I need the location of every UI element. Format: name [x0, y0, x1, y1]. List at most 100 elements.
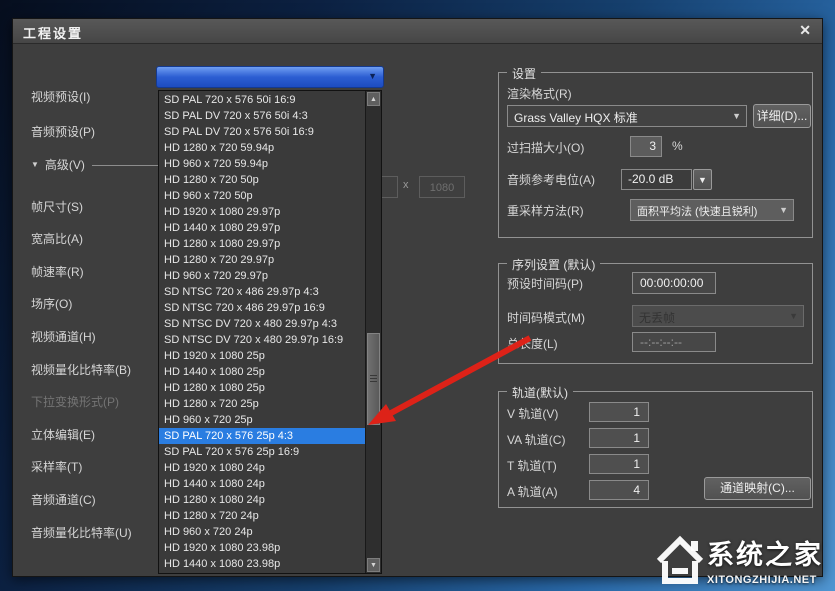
sidebar-item: ▼ 高级(V)	[31, 156, 171, 174]
sidebar-item: ▼ 音频通道(C)	[31, 491, 171, 509]
scrollbar-thumb[interactable]	[367, 333, 380, 425]
detail-button[interactable]: 详细(D)...	[753, 104, 811, 128]
sidebar-item-label: 帧速率(R)	[31, 263, 84, 281]
preset-option[interactable]: HD 1280 x 1080 29.97p	[159, 236, 366, 252]
sequence-group-title: 序列设置 (默认)	[507, 256, 600, 273]
sidebar-item: ▼ 帧尺寸(S)	[31, 198, 171, 216]
house-logo-icon	[655, 531, 705, 587]
render-format-combobox[interactable]: Grass Valley HQX 标准 ▼	[507, 105, 747, 127]
preset-option[interactable]: HD 1280 x 720 59.94p	[159, 140, 366, 156]
track-label: VA 轨道(C)	[507, 431, 565, 448]
sidebar-item-label: 宽高比(A)	[31, 230, 83, 248]
timecode-mode-label: 时间码模式(M)	[507, 309, 585, 326]
scrollbar-grip	[370, 375, 377, 383]
chevron-down-icon[interactable]: ▼	[732, 111, 741, 121]
frame-height-field: 1080	[419, 176, 465, 198]
settings-label-column: ▼ 视频预设(I) ▼ 音频预设(P) ▼ 高级(V) ▼ 帧尺寸(S)	[31, 43, 171, 576]
preset-option[interactable]: HD 960 x 720 24p	[159, 524, 366, 540]
preset-option[interactable]: SD PAL 720 x 576 50i 16:9	[159, 92, 366, 108]
preset-option[interactable]: HD 1280 x 1080 25p	[159, 380, 366, 396]
chevron-down-icon[interactable]: ▼	[31, 156, 39, 174]
render-format-value: Grass Valley HQX 标准	[508, 106, 746, 126]
preset-option[interactable]: SD PAL 720 x 576 25p 16:9	[159, 444, 366, 460]
title-bar[interactable]: 工程设置 ✕	[13, 19, 822, 44]
sidebar-item: ▼ 音频预设(P)	[31, 123, 171, 141]
track-label: V 轨道(V)	[507, 405, 558, 422]
total-length-field: --:--:--:--	[632, 332, 716, 352]
preset-option[interactable]: HD 1920 x 1080 24p	[159, 460, 366, 476]
preset-option[interactable]: HD 1920 x 1080 23.98p	[159, 540, 366, 556]
preset-timecode-input[interactable]: 00:00:00:00	[632, 272, 716, 294]
preset-option[interactable]: SD PAL 720 x 576 25p 4:3	[159, 428, 366, 444]
preset-option[interactable]: HD 1280 x 720 25p	[159, 396, 366, 412]
overscan-input[interactable]: 3	[630, 136, 662, 157]
project-settings-dialog: 工程设置 ✕ ▼ 视频预设(I) ▼ 音频预设(P) ▼ 高级(V)	[12, 18, 823, 577]
track-count-input[interactable]: 4	[589, 480, 649, 500]
preset-option[interactable]: HD 1280 x 720 24p	[159, 508, 366, 524]
watermark-site-url: XITONGZHIJIA.NET	[707, 574, 823, 586]
sidebar-item: ▼ 下拉变换形式(P)	[31, 393, 171, 411]
settings-group-title: 设置	[507, 65, 541, 82]
scroll-up-icon[interactable]: ▲	[367, 92, 380, 106]
scroll-down-icon[interactable]: ▼	[367, 558, 380, 572]
preset-option[interactable]: SD NTSC 720 x 486 29.97p 16:9	[159, 300, 366, 316]
sidebar-item-label: 采样率(T)	[31, 458, 82, 476]
track-group-title: 轨道(默认)	[507, 384, 573, 401]
preset-option[interactable]: SD NTSC 720 x 486 29.97p 4:3	[159, 284, 366, 300]
preset-option[interactable]: HD 960 x 720 25p	[159, 412, 366, 428]
close-icon[interactable]: ✕	[799, 22, 811, 39]
preset-option[interactable]: SD NTSC DV 720 x 480 29.97p 4:3	[159, 316, 366, 332]
preset-option[interactable]: HD 1440 x 1080 23.98p	[159, 556, 366, 572]
track-count-input[interactable]: 1	[589, 428, 649, 448]
chevron-down-icon[interactable]: ▼	[779, 205, 788, 215]
sidebar-item: ▼ 视频预设(I)	[31, 88, 171, 106]
track-row: T 轨道(T) 1	[507, 454, 807, 476]
render-format-label: 渲染格式(R)	[507, 85, 572, 102]
preset-option[interactable]: HD 1920 x 1080 25p	[159, 348, 366, 364]
preset-option[interactable]: HD 1440 x 1080 25p	[159, 364, 366, 380]
dropdown-scrollbar[interactable]: ▲ ▼	[365, 91, 381, 573]
track-count-input[interactable]: 1	[589, 454, 649, 474]
watermark: 系统之家 XITONGZHIJIA.NET	[655, 527, 833, 589]
preset-option[interactable]: HD 960 x 720 50p	[159, 188, 366, 204]
sidebar-item-label: 立体编辑(E)	[31, 426, 95, 444]
preset-option[interactable]: HD 1920 x 1080 29.97p	[159, 204, 366, 220]
preset-option[interactable]: SD NTSC DV 720 x 480 29.97p 16:9	[159, 332, 366, 348]
frame-size-x-label: x	[403, 179, 409, 191]
track-count-input[interactable]: 1	[589, 402, 649, 422]
video-preset-dropdown-list: SD PAL 720 x 576 50i 16:9 SD PAL DV 720 …	[158, 90, 382, 574]
preset-option[interactable]: HD 1280 x 720 29.97p	[159, 252, 366, 268]
video-preset-combobox[interactable]: ▼	[156, 66, 384, 88]
preset-option[interactable]: HD 1280 x 720 50p	[159, 172, 366, 188]
sidebar-item: ▼ 视频通道(H)	[31, 328, 171, 346]
audio-reference-input[interactable]: -20.0 dB	[621, 169, 692, 190]
chevron-down-icon[interactable]: ▼	[693, 169, 712, 190]
preset-option[interactable]: SD PAL DV 720 x 576 50i 4:3	[159, 108, 366, 124]
preset-option[interactable]: HD 960 x 720 29.97p	[159, 268, 366, 284]
sidebar-item-label: 帧尺寸(S)	[31, 198, 83, 216]
preset-option[interactable]: HD 960 x 720 59.94p	[159, 156, 366, 172]
resample-method-label: 重采样方法(R)	[507, 202, 584, 219]
sequence-settings-group: 序列设置 (默认) 预设时间码(P) 00:00:00:00 时间码模式(M) …	[498, 263, 813, 364]
chevron-down-icon[interactable]: ▼	[368, 71, 377, 81]
sidebar-item-label: 视频通道(H)	[31, 328, 96, 346]
sidebar-item: ▼ 采样率(T)	[31, 458, 171, 476]
preset-option[interactable]: HD 1280 x 1080 24p	[159, 492, 366, 508]
timecode-mode-combobox: 无丢帧 ▼	[632, 305, 804, 327]
channel-map-button[interactable]: 通道映射(C)...	[704, 477, 811, 500]
resample-method-combobox[interactable]: 面积平均法 (快速且锐利) ▼	[630, 199, 794, 221]
sidebar-item-label: 音频量化比特率(U)	[31, 524, 132, 542]
track-label: T 轨道(T)	[507, 457, 557, 474]
dialog-title: 工程设置	[23, 23, 83, 42]
preset-option[interactable]: HD 1440 x 1080 29.97p	[159, 220, 366, 236]
watermark-site-name: 系统之家	[707, 533, 823, 572]
audio-reference-label: 音频参考电位(A)	[507, 171, 595, 188]
track-row: V 轨道(V) 1	[507, 402, 807, 424]
timecode-mode-value: 无丢帧	[633, 306, 803, 326]
sidebar-item-label: 场序(O)	[31, 295, 72, 313]
preset-option[interactable]: HD 1440 x 1080 24p	[159, 476, 366, 492]
sidebar-item: ▼ 立体编辑(E)	[31, 426, 171, 444]
sidebar-item-label: 高级(V)	[45, 156, 85, 174]
preset-option[interactable]: SD PAL DV 720 x 576 50i 16:9	[159, 124, 366, 140]
track-label: A 轨道(A)	[507, 483, 558, 500]
